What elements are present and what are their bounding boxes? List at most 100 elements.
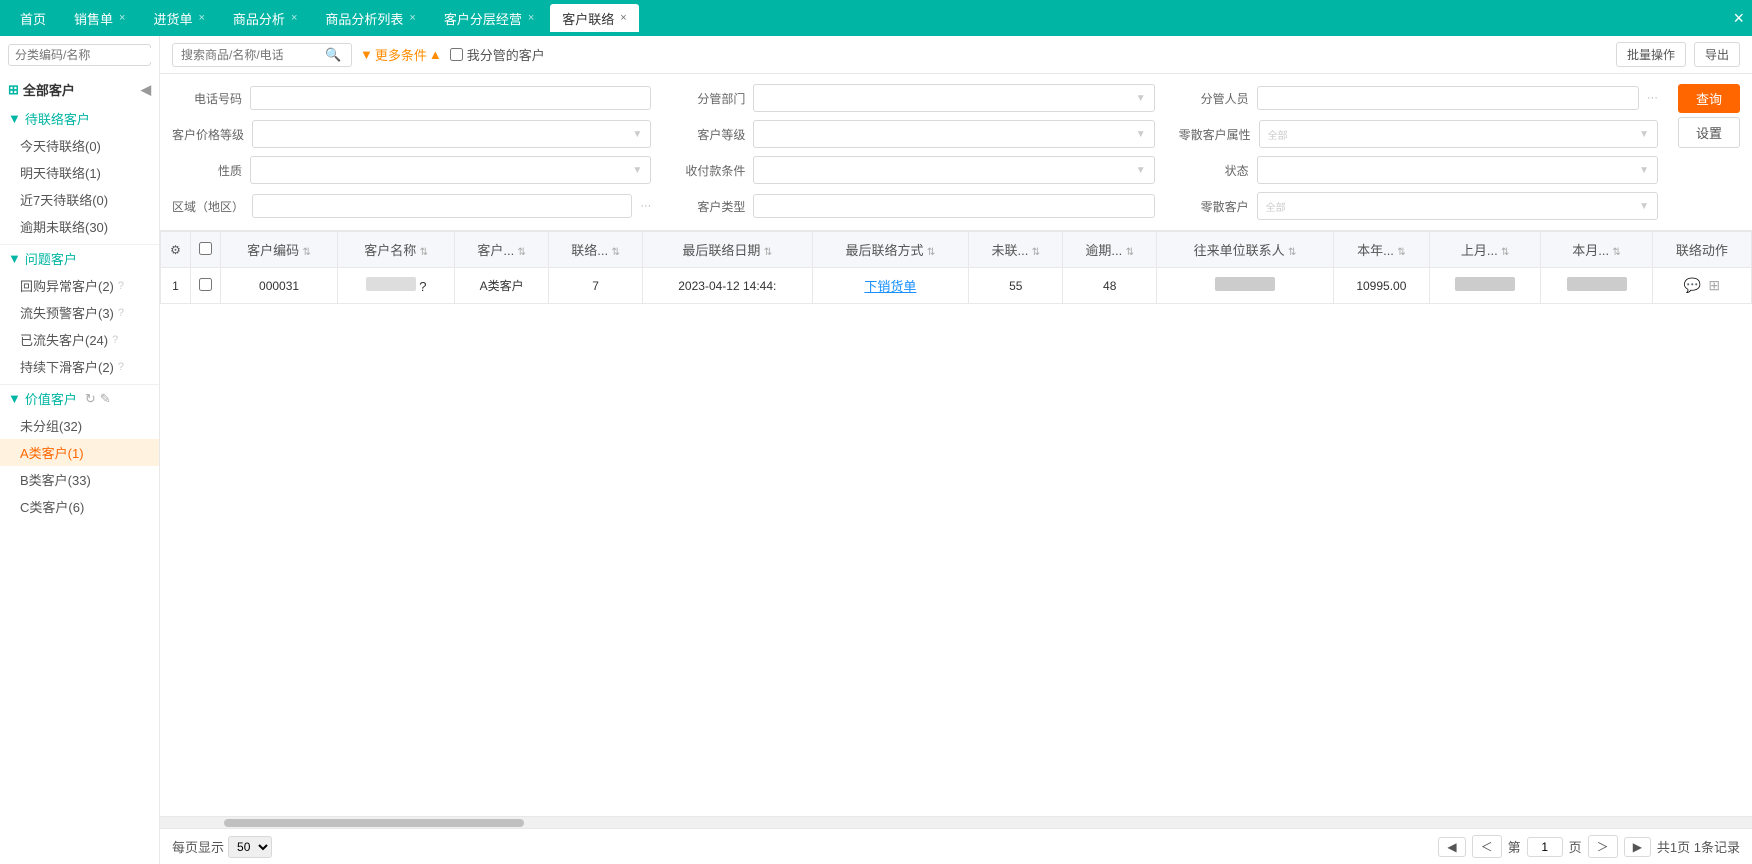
sidebar-item-a-class[interactable]: A类客户(1) <box>0 439 159 466</box>
close-customer-tier-tab[interactable]: × <box>528 12 534 24</box>
export-btn[interactable]: 导出 <box>1694 42 1740 67</box>
nav-tab-purchase[interactable]: 进货单 × <box>141 4 216 32</box>
phone-input[interactable] <box>250 86 651 110</box>
my-customers-checkbox[interactable]: 我分管的客户 <box>450 45 545 64</box>
sidebar-item-churn-warning[interactable]: 流失预警客户(3) ? <box>0 299 159 326</box>
comment-icon[interactable]: 💬 <box>1684 277 1701 293</box>
sidebar-item-c-class[interactable]: C类客户(6) <box>0 493 159 520</box>
th-overdue[interactable]: 逾期... ⇅ <box>1063 232 1157 268</box>
next-page-btn[interactable]: ＞ <box>1588 835 1618 858</box>
close-analysis-tab[interactable]: × <box>291 12 297 24</box>
prev-page-btn[interactable]: ＜ <box>1472 835 1502 858</box>
sort-date-icon[interactable]: ⇅ <box>764 247 772 258</box>
person-more-icon[interactable]: ··· <box>1647 92 1658 104</box>
sidebar-group-value[interactable]: ▼ 价值客户 ↻ ✎ <box>0 385 159 412</box>
my-customers-check[interactable] <box>450 48 463 61</box>
row-checkbox[interactable] <box>199 278 212 291</box>
edit-icon[interactable]: ✎ <box>100 391 111 407</box>
nav-tab-analysis-list[interactable]: 商品分析列表 × <box>313 4 427 32</box>
th-this-month[interactable]: 本月... ⇅ <box>1541 232 1652 268</box>
last-page-btn[interactable]: ▶ <box>1624 837 1651 857</box>
sidebar-group-problem[interactable]: ▼ 问题客户 <box>0 245 159 272</box>
customer-type-input[interactable] <box>753 194 1154 218</box>
sidebar-item-tomorrow-pending[interactable]: 明天待联络(1) <box>0 159 159 186</box>
sidebar-all-customers[interactable]: ⊞ 全部客户 ◀ <box>0 74 159 105</box>
customer-grade-select[interactable]: ▼ <box>753 120 1154 148</box>
th-company-contact[interactable]: 往来单位联系人 ⇅ <box>1157 232 1334 268</box>
close-customer-contact-tab[interactable]: × <box>620 12 626 24</box>
sort-lmonth-icon[interactable]: ⇅ <box>1501 247 1509 258</box>
sidebar-collapse-btn[interactable]: ◀ <box>141 82 151 98</box>
refresh-icon[interactable]: ↻ <box>85 391 96 407</box>
td-last-method[interactable]: 下销货单 <box>812 268 969 304</box>
nav-tab-sales[interactable]: 销售单 × <box>62 4 137 32</box>
nav-tab-customer-tier[interactable]: 客户分层经营 × <box>432 4 546 32</box>
qr-icon[interactable]: ⊞ <box>1708 277 1720 293</box>
scatter-attr-select[interactable]: 全部▼ <box>1259 120 1658 148</box>
sidebar-search-input[interactable] <box>15 48 160 62</box>
more-conditions-btn[interactable]: ▼ 更多条件 ▲ <box>360 45 442 64</box>
sidebar-group-pending[interactable]: ▼ 待联络客户 <box>0 105 159 132</box>
nav-tab-analysis[interactable]: 商品分析 × <box>221 4 309 32</box>
sort-year-icon[interactable]: ⇅ <box>1397 247 1405 258</box>
filter-cell-status: 状态 ▼ <box>1179 156 1658 184</box>
sort-type-icon[interactable]: ⇅ <box>518 247 526 258</box>
sort-code-icon[interactable]: ⇅ <box>303 247 311 258</box>
th-last-contact-date[interactable]: 最后联络日期 ⇅ <box>643 232 812 268</box>
th-last-contact-method[interactable]: 最后联络方式 ⇅ <box>812 232 969 268</box>
sidebar-item-overdue-contact[interactable]: 逾期未联络(30) <box>0 213 159 240</box>
th-customer-code[interactable]: 客户编码 ⇅ <box>221 232 338 268</box>
sidebar-item-7days-pending[interactable]: 近7天待联络(0) <box>0 186 159 213</box>
td-select[interactable] <box>191 268 221 304</box>
filter-search-input[interactable] <box>181 48 321 62</box>
scatter-customer-select[interactable]: 全部▼ <box>1257 192 1658 220</box>
sidebar-item-unclassified[interactable]: 未分组(32) <box>0 412 159 439</box>
close-sales-tab[interactable]: × <box>119 12 125 24</box>
payment-select[interactable]: ▼ <box>753 156 1154 184</box>
price-grade-select[interactable]: ▼ <box>252 120 651 148</box>
region-input[interactable] <box>252 194 632 218</box>
last-method-link[interactable]: 下销货单 <box>864 279 916 294</box>
th-settings[interactable]: ⚙ <box>161 232 191 268</box>
page-number-input[interactable] <box>1527 837 1563 857</box>
th-last-month[interactable]: 上月... ⇅ <box>1429 232 1540 268</box>
sort-overdue-icon[interactable]: ⇅ <box>1126 247 1134 258</box>
filter-search-box[interactable]: 🔍 <box>172 43 352 67</box>
sidebar-item-churned[interactable]: 已流失客户(24) ? <box>0 326 159 353</box>
settings-button[interactable]: 设置 <box>1678 117 1740 148</box>
sidebar-search-box[interactable]: 🔍 <box>8 44 151 66</box>
th-not-contacted[interactable]: 未联... ⇅ <box>969 232 1063 268</box>
sort-name-icon[interactable]: ⇅ <box>420 247 428 258</box>
sidebar-item-repurchase-abnormal[interactable]: 回购异常客户(2) ? <box>0 272 159 299</box>
th-contact-count[interactable]: 联络... ⇅ <box>549 232 643 268</box>
sort-tmonth-icon[interactable]: ⇅ <box>1612 247 1620 258</box>
sort-not-icon[interactable]: ⇅ <box>1032 247 1040 258</box>
close-purchase-tab[interactable]: × <box>198 12 204 24</box>
th-customer-name[interactable]: 客户名称 ⇅ <box>338 232 455 268</box>
batch-ops-btn[interactable]: 批量操作 <box>1616 42 1686 67</box>
close-analysis-list-tab[interactable]: × <box>409 12 415 24</box>
dept-select[interactable]: ▼ <box>753 84 1154 112</box>
status-select[interactable]: ▼ <box>1257 156 1658 184</box>
sort-contact-icon[interactable]: ⇅ <box>611 247 619 258</box>
th-select-all[interactable] <box>191 232 221 268</box>
scroll-thumb[interactable] <box>224 819 524 827</box>
horizontal-scrollbar[interactable] <box>160 816 1752 828</box>
sidebar-item-b-class[interactable]: B类客户(33) <box>0 466 159 493</box>
nav-tab-customer-contact[interactable]: 客户联络 × <box>550 4 638 32</box>
sidebar-item-today-pending[interactable]: 今天待联络(0) <box>0 132 159 159</box>
per-page-select[interactable]: 50 <box>228 836 272 858</box>
first-page-btn[interactable]: ◀ <box>1438 837 1465 857</box>
person-input[interactable] <box>1257 86 1639 110</box>
nature-select[interactable]: ▼ <box>250 156 651 184</box>
query-button[interactable]: 查询 <box>1678 84 1740 113</box>
th-customer-type[interactable]: 客户... ⇅ <box>455 232 549 268</box>
region-more-icon[interactable]: ··· <box>640 200 651 212</box>
sidebar-item-declining[interactable]: 持续下滑客户(2) ? <box>0 353 159 380</box>
select-all-checkbox[interactable] <box>199 242 212 255</box>
close-all-tabs[interactable]: × <box>1733 8 1744 29</box>
th-this-year[interactable]: 本年... ⇅ <box>1333 232 1429 268</box>
nav-tab-home[interactable]: 首页 <box>8 4 58 32</box>
sort-method-icon[interactable]: ⇅ <box>927 247 935 258</box>
sort-company-icon[interactable]: ⇅ <box>1288 247 1296 258</box>
